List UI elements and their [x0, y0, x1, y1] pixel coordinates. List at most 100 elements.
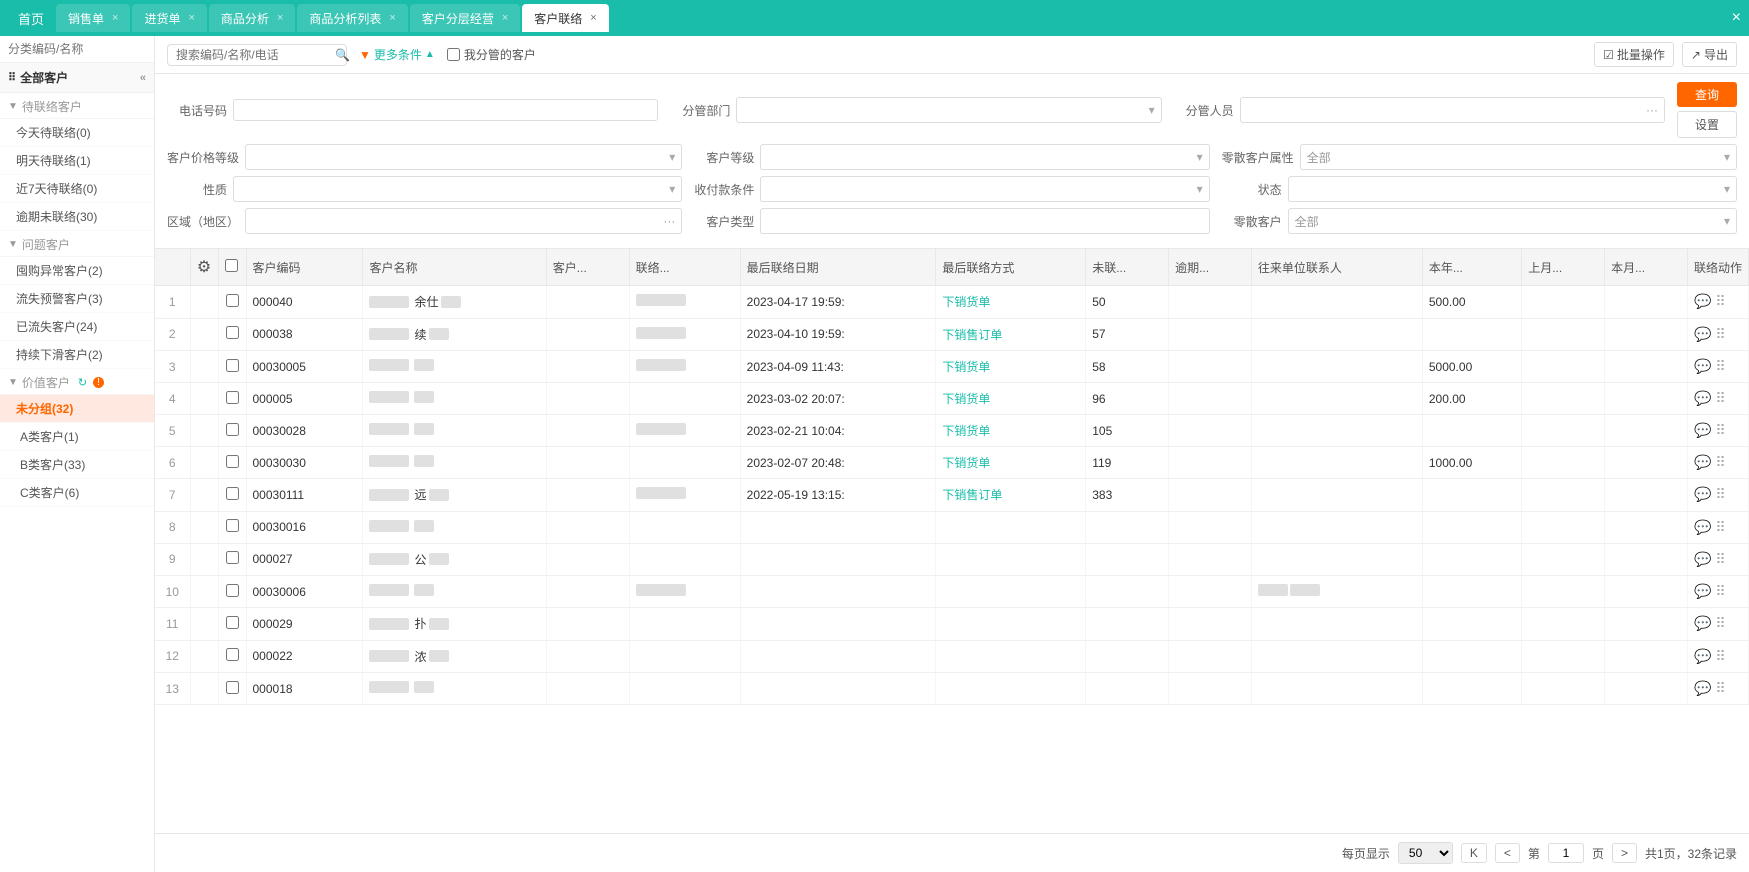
message-icon[interactable]: 💬 — [1694, 583, 1711, 600]
sidebar-item-class-b[interactable]: B类客户(33) — [0, 451, 154, 479]
sidebar-search-input[interactable] — [8, 42, 155, 56]
row-checkbox[interactable] — [226, 423, 239, 436]
batch-operation-button[interactable]: ☑ 批量操作 — [1594, 42, 1674, 67]
more-icon[interactable]: ⠿ — [1715, 583, 1725, 600]
row-checkbox[interactable] — [226, 551, 239, 564]
more-icon[interactable]: ⠿ — [1715, 326, 1725, 343]
more-icon[interactable]: ⠿ — [1715, 422, 1725, 439]
row-checkbox[interactable] — [226, 487, 239, 500]
last-method-link[interactable]: 下销货单 — [942, 360, 990, 374]
nav-tab-analysis-list[interactable]: 商品分析列表 × — [297, 4, 407, 32]
nav-tab-customer-contact[interactable]: 客户联络 × — [522, 4, 608, 32]
nav-tab-customer-segment[interactable]: 客户分层经营 × — [410, 4, 520, 32]
close-icon[interactable]: × — [502, 12, 508, 24]
nav-home[interactable]: 首页 — [8, 5, 54, 32]
my-customers-check[interactable] — [447, 48, 460, 61]
row-checkbox[interactable] — [226, 648, 239, 661]
status-select[interactable]: ▾ — [1288, 176, 1737, 202]
page-number-input[interactable] — [1548, 843, 1584, 863]
last-method-link[interactable]: 下销货单 — [942, 392, 990, 406]
row-checkbox[interactable] — [226, 616, 239, 629]
reset-button[interactable]: 设置 — [1677, 111, 1737, 138]
sidebar-item-7days[interactable]: 近7天待联络(0) — [0, 175, 154, 203]
more-icon[interactable]: ⠿ — [1715, 615, 1725, 632]
prev-page-button[interactable]: < — [1495, 843, 1520, 863]
query-button[interactable]: 查询 — [1677, 82, 1737, 107]
sidebar-item-no-group[interactable]: 未分组(32) — [0, 395, 154, 423]
nav-tab-analysis[interactable]: 商品分析 × — [209, 4, 295, 32]
more-icon[interactable]: ⠿ — [1715, 648, 1725, 665]
filter-search-input[interactable] — [176, 48, 331, 62]
row-checkbox[interactable] — [226, 294, 239, 307]
more-icon[interactable]: ⠿ — [1715, 486, 1725, 503]
message-icon[interactable]: 💬 — [1694, 486, 1711, 503]
last-method-link[interactable]: 下销售订单 — [942, 488, 1002, 502]
message-icon[interactable]: 💬 — [1694, 454, 1711, 471]
row-checkbox[interactable] — [226, 326, 239, 339]
last-method-link[interactable]: 下销货单 — [942, 295, 990, 309]
message-icon[interactable]: 💬 — [1694, 551, 1711, 568]
sidebar-item-declining[interactable]: 持续下滑客户(2) — [0, 341, 154, 369]
dept-select[interactable]: ▾ — [736, 97, 1161, 123]
last-method-link[interactable]: 下销货单 — [942, 456, 990, 470]
next-page-button[interactable]: > — [1612, 843, 1637, 863]
export-button[interactable]: ↗ 导出 — [1682, 42, 1737, 67]
message-icon[interactable]: 💬 — [1694, 519, 1711, 536]
sidebar-item-churned[interactable]: 已流失客户(24) — [0, 313, 154, 341]
first-page-button[interactable]: K — [1461, 843, 1487, 863]
more-icon[interactable]: ⠿ — [1715, 551, 1725, 568]
customer-type-select[interactable] — [760, 208, 1209, 234]
more-icon[interactable]: ⠿ — [1715, 454, 1725, 471]
check-all[interactable] — [225, 259, 238, 272]
phone-input[interactable] — [233, 99, 658, 121]
close-icon[interactable]: × — [188, 12, 194, 24]
settings-icon[interactable]: ⚙ — [197, 257, 212, 277]
message-icon[interactable]: 💬 — [1694, 358, 1711, 375]
filter-search-icon[interactable]: 🔍 — [335, 48, 350, 62]
staff-select[interactable]: ··· — [1240, 97, 1665, 123]
more-icon[interactable]: ⠿ — [1715, 293, 1725, 310]
price-level-select[interactable]: ▾ — [245, 144, 682, 170]
retail-customer-select[interactable]: 全部 ▾ — [1288, 208, 1737, 234]
my-customers-checkbox[interactable]: 我分管的客户 — [447, 46, 536, 63]
message-icon[interactable]: 💬 — [1694, 326, 1711, 343]
row-checkbox[interactable] — [226, 681, 239, 694]
message-icon[interactable]: 💬 — [1694, 680, 1711, 697]
message-icon[interactable]: 💬 — [1694, 390, 1711, 407]
more-icon[interactable]: ⠿ — [1715, 680, 1725, 697]
nav-tab-sales[interactable]: 销售单 × — [56, 4, 130, 32]
sidebar-item-overdue[interactable]: 逾期未联络(30) — [0, 203, 154, 231]
message-icon[interactable]: 💬 — [1694, 293, 1711, 310]
page-size-select[interactable]: 50 20 100 — [1398, 842, 1453, 864]
sidebar-item-abnormal[interactable]: 囤购异常客户(2) — [0, 257, 154, 285]
sidebar-item-churn-warning[interactable]: 流失预警客户(3) — [0, 285, 154, 313]
more-icon[interactable]: ⠿ — [1715, 358, 1725, 375]
sidebar-item-tomorrow[interactable]: 明天待联络(1) — [0, 147, 154, 175]
pay-select[interactable]: ▾ — [760, 176, 1209, 202]
all-customers-header[interactable]: ⠿ 全部客户 « — [0, 63, 154, 93]
more-icon[interactable]: ⠿ — [1715, 519, 1725, 536]
sidebar-item-class-a[interactable]: A类客户(1) — [0, 423, 154, 451]
close-icon[interactable]: × — [112, 12, 118, 24]
retail-attr-select[interactable]: 全部 ▾ — [1300, 144, 1737, 170]
message-icon[interactable]: 💬 — [1694, 615, 1711, 632]
last-method-link[interactable]: 下销售订单 — [942, 328, 1002, 342]
region-select[interactable]: ··· — [245, 208, 682, 234]
last-method-link[interactable]: 下销货单 — [942, 424, 990, 438]
refresh-icon[interactable]: ↻ — [78, 376, 87, 389]
more-icon[interactable]: ⠿ — [1715, 390, 1725, 407]
row-checkbox[interactable] — [226, 455, 239, 468]
row-checkbox[interactable] — [226, 519, 239, 532]
gender-select[interactable]: ▾ — [233, 176, 682, 202]
row-checkbox[interactable] — [226, 391, 239, 404]
close-all-button[interactable]: × — [1732, 9, 1741, 27]
message-icon[interactable]: 💬 — [1694, 648, 1711, 665]
sidebar-item-today[interactable]: 今天待联络(0) — [0, 119, 154, 147]
nav-tab-purchase[interactable]: 进货单 × — [132, 4, 206, 32]
message-icon[interactable]: 💬 — [1694, 422, 1711, 439]
row-checkbox[interactable] — [226, 359, 239, 372]
close-icon[interactable]: × — [389, 12, 395, 24]
row-checkbox[interactable] — [226, 584, 239, 597]
sidebar-item-class-c[interactable]: C类客户(6) — [0, 479, 154, 507]
more-conditions-button[interactable]: ▼ 更多条件 ▲ — [359, 46, 435, 63]
